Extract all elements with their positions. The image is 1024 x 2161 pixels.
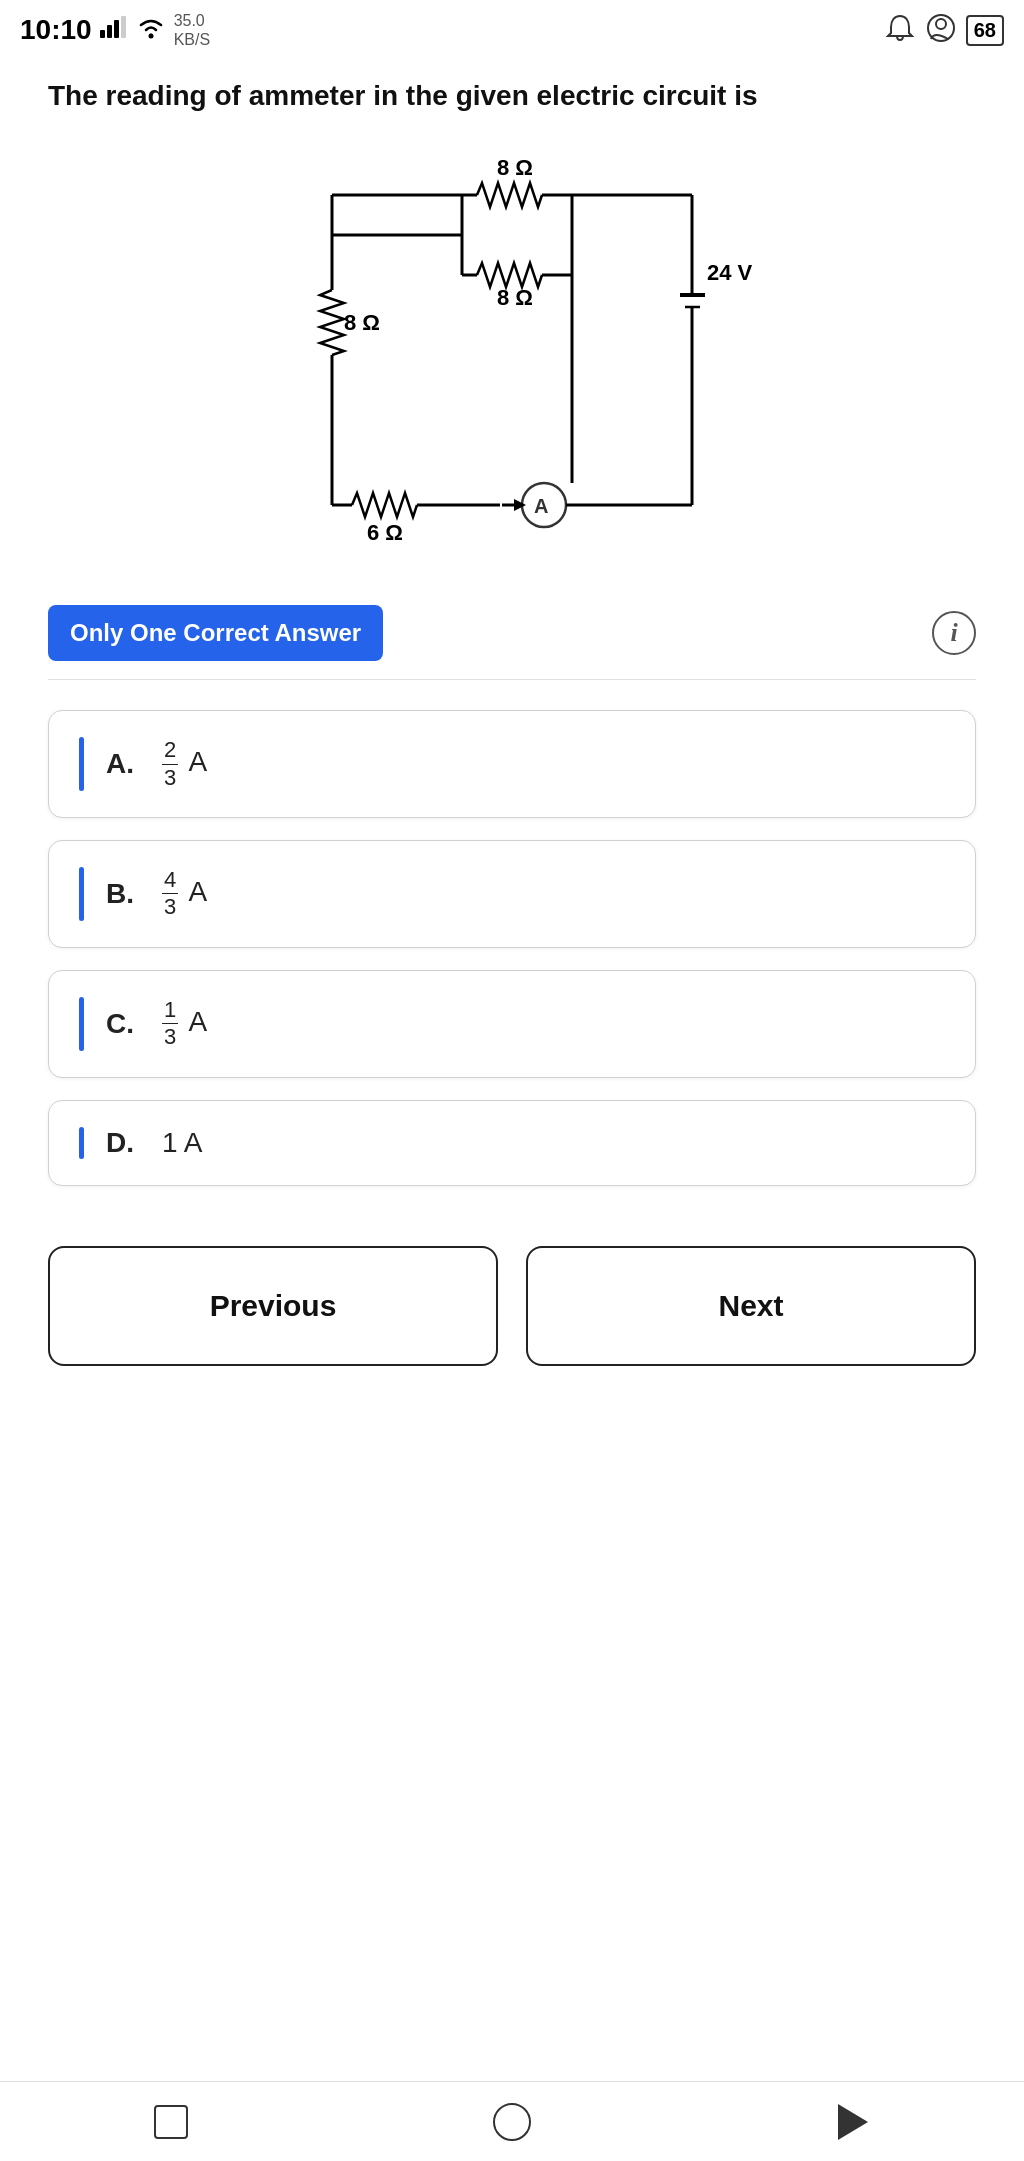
status-bar: 10:10 35.0KB/S	[0, 0, 1024, 56]
svg-text:A: A	[534, 495, 548, 517]
option-c-fraction: 1 3	[162, 997, 178, 1051]
back-button[interactable]	[825, 2094, 881, 2150]
option-c-denominator: 3	[162, 1024, 178, 1050]
svg-rect-3	[121, 16, 126, 38]
question-text: The reading of ammeter in the given elec…	[48, 76, 976, 115]
circle-icon	[493, 2103, 531, 2141]
options-list: A. 2 3 A B. 4 3 A C.	[48, 710, 976, 1185]
option-b-unit: A	[188, 876, 207, 907]
option-a-label: A.	[106, 748, 144, 780]
option-a-accent	[79, 737, 84, 791]
navigation-buttons: Previous Next	[48, 1246, 976, 1386]
option-b-label: B.	[106, 878, 144, 910]
answer-type-badge: Only One Correct Answer	[48, 605, 383, 661]
option-a-numerator: 2	[162, 737, 178, 764]
home-circle-button[interactable]	[484, 2094, 540, 2150]
svg-text:8 Ω: 8 Ω	[497, 155, 533, 180]
circuit-diagram: 8 Ω 8 Ω 24 V	[48, 145, 976, 565]
option-a-unit: A	[188, 746, 207, 777]
option-b-denominator: 3	[162, 894, 178, 920]
answer-type-row: Only One Correct Answer i	[48, 605, 976, 661]
wifi-icon	[136, 15, 166, 46]
option-d-value: 1 A	[162, 1127, 202, 1159]
square-icon	[154, 2105, 188, 2139]
option-d-accent	[79, 1127, 84, 1159]
option-a-denominator: 3	[162, 765, 178, 791]
option-b-accent	[79, 867, 84, 921]
bottom-bar	[0, 2081, 1024, 2161]
option-a-value: 2 3 A	[162, 737, 207, 791]
svg-text:8 Ω: 8 Ω	[344, 310, 380, 335]
option-b-numerator: 4	[162, 867, 178, 894]
info-icon[interactable]: i	[932, 611, 976, 655]
option-c-accent	[79, 997, 84, 1051]
option-d-label: D.	[106, 1127, 144, 1159]
notification-icon	[884, 13, 916, 47]
svg-text:6 Ω: 6 Ω	[367, 520, 403, 545]
next-button[interactable]: Next	[526, 1246, 976, 1366]
avatar-icon	[926, 13, 956, 47]
main-content: The reading of ammeter in the given elec…	[0, 56, 1024, 1386]
svg-point-6	[936, 19, 946, 29]
previous-button[interactable]: Previous	[48, 1246, 498, 1366]
option-b[interactable]: B. 4 3 A	[48, 840, 976, 948]
option-c[interactable]: C. 1 3 A	[48, 970, 976, 1078]
svg-rect-2	[114, 20, 119, 38]
signal-icon	[100, 16, 128, 44]
option-b-fraction: 4 3	[162, 867, 178, 921]
svg-point-4	[148, 33, 153, 38]
status-right: 68	[884, 13, 1004, 47]
svg-text:8 Ω: 8 Ω	[497, 285, 533, 310]
section-divider	[48, 679, 976, 680]
option-c-value: 1 3 A	[162, 997, 207, 1051]
network-speed: 35.0KB/S	[174, 11, 210, 49]
status-time: 10:10	[20, 14, 92, 46]
svg-rect-1	[107, 25, 112, 38]
option-c-numerator: 1	[162, 997, 178, 1024]
battery-indicator: 68	[966, 15, 1004, 46]
option-d[interactable]: D. 1 A	[48, 1100, 976, 1186]
home-square-button[interactable]	[143, 2094, 199, 2150]
svg-text:24 V: 24 V	[707, 260, 753, 285]
back-arrow-icon	[838, 2104, 868, 2140]
option-b-value: 4 3 A	[162, 867, 207, 921]
status-left: 10:10 35.0KB/S	[20, 11, 210, 49]
option-a[interactable]: A. 2 3 A	[48, 710, 976, 818]
option-c-unit: A	[188, 1006, 207, 1037]
svg-rect-0	[100, 30, 105, 38]
option-a-fraction: 2 3	[162, 737, 178, 791]
option-c-label: C.	[106, 1008, 144, 1040]
